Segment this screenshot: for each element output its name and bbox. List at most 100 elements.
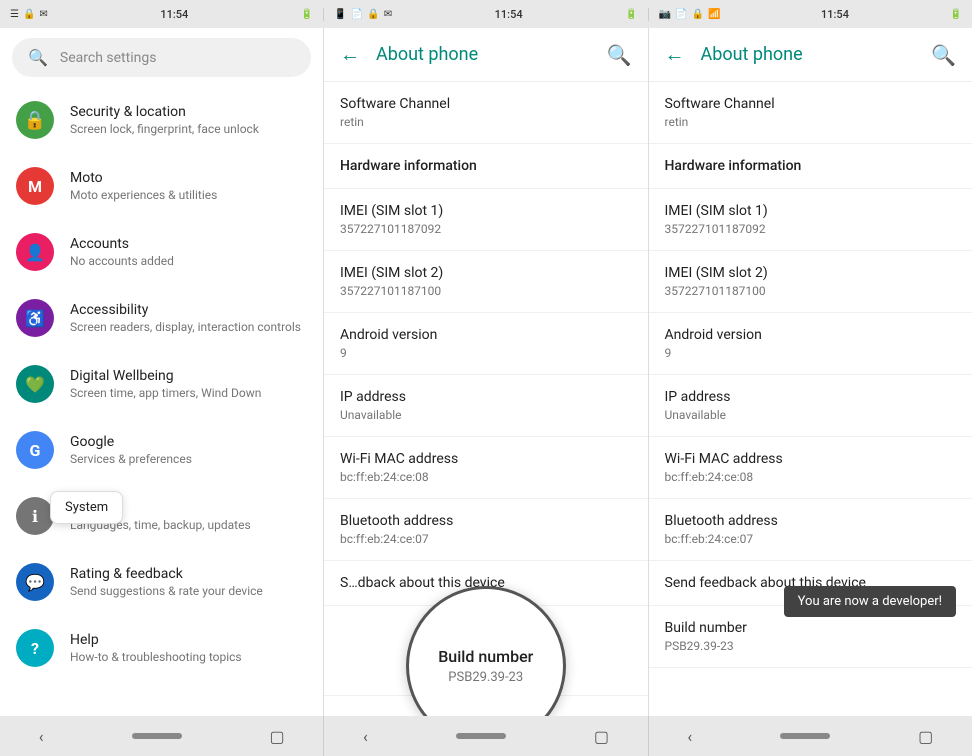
main-content: 🔍 Search settings 🔒 Security & location … [0, 28, 972, 716]
bluetooth-value-m: bc:ff:eb:24:ce:07 [340, 532, 632, 546]
accessibility-text: Accessibility Screen readers, display, i… [70, 302, 307, 334]
shield-icon: 🔒 [23, 9, 35, 20]
system-icon: ℹ [16, 497, 54, 535]
message-icon-m: ✉ [384, 9, 392, 20]
doc-icon: 📄 [351, 9, 363, 20]
digital-wellbeing-text: Digital Wellbeing Screen time, app timer… [70, 368, 307, 400]
wifi-mac-value-r: bc:ff:eb:24:ce:08 [665, 470, 957, 484]
sidebar-item-system[interactable]: ℹ System Languages, time, backup, update… [0, 483, 323, 549]
camera-icon: 📷 [659, 9, 671, 20]
accessibility-title: Accessibility [70, 302, 307, 318]
sidebar-item-digital-wellbeing[interactable]: 💚 Digital Wellbeing Screen time, app tim… [0, 351, 323, 417]
status-icons-left: ☰ 🔒 ✉ [10, 9, 48, 20]
back-button-right[interactable]: ← [665, 42, 685, 67]
bottom-nav-left: ‹ ▢ [0, 716, 324, 756]
battery-icon-right: 🔋 [950, 9, 962, 20]
software-channel-title-r: Software Channel [665, 96, 957, 112]
help-text: Help How-to & troubleshooting topics [70, 632, 307, 664]
build-number-circle-title: Build number [438, 647, 533, 666]
sidebar-item-moto[interactable]: M Moto Moto experiences & utilities [0, 153, 323, 219]
wifi-mac-title-m: Wi-Fi MAC address [340, 451, 632, 467]
android-version-value-r: 9 [665, 346, 957, 360]
android-version-middle[interactable]: Android version 9 [324, 313, 648, 375]
hardware-info-section-right: Hardware information [649, 144, 972, 189]
battery-icon-middle: 🔋 [625, 9, 637, 20]
shield-icon-r: 🔒 [692, 9, 704, 20]
about-title-right: About phone [701, 44, 916, 65]
home-nav-middle[interactable] [456, 733, 506, 739]
imei1-title-r: IMEI (SIM slot 1) [665, 203, 957, 219]
ip-address-middle[interactable]: IP address Unavailable [324, 375, 648, 437]
imei2-value-m: 357227101187100 [340, 284, 632, 298]
sidebar-item-google[interactable]: G Google Services & preferences [0, 417, 323, 483]
sidebar-item-accounts[interactable]: 👤 Accounts No accounts added [0, 219, 323, 285]
back-nav-middle[interactable]: ‹ [355, 723, 376, 750]
imei1-value-r: 357227101187092 [665, 222, 957, 236]
back-button-middle[interactable]: ← [340, 42, 360, 67]
ip-title-r: IP address [665, 389, 957, 405]
bluetooth-middle[interactable]: Bluetooth address bc:ff:eb:24:ce:07 [324, 499, 648, 561]
status-bar: ☰ 🔒 ✉ 11:54 🔋 📱 📄 🔒 ✉ 11:54 🔋 📷 📄 🔒 📶 11… [0, 0, 972, 28]
build-number-circle: Build number PSB29.39-23 [406, 586, 566, 716]
build-number-middle[interactable]: Build number PSB29.39-23 [324, 606, 648, 696]
help-title: Help [70, 632, 307, 648]
ip-title-m: IP address [340, 389, 632, 405]
software-channel-value-m: retin [340, 115, 632, 129]
ip-address-right[interactable]: IP address Unavailable [649, 375, 972, 437]
status-icons-middle: 📱 📄 🔒 ✉ [334, 9, 392, 20]
about-title-middle: About phone [376, 44, 591, 65]
bluetooth-right[interactable]: Bluetooth address bc:ff:eb:24:ce:07 [649, 499, 972, 561]
software-channel-right[interactable]: Software Channel retin [649, 82, 972, 144]
software-channel-value-r: retin [665, 115, 957, 129]
google-icon: G [16, 431, 54, 469]
search-button-right[interactable]: 🔍 [931, 43, 956, 67]
imei2-title-m: IMEI (SIM slot 2) [340, 265, 632, 281]
rating-text: Rating & feedback Send suggestions & rat… [70, 566, 307, 598]
recent-nav-right[interactable]: ▢ [910, 723, 941, 750]
about-list-right: Software Channel retin Hardware informat… [649, 82, 972, 716]
rating-title: Rating & feedback [70, 566, 307, 582]
sidebar-item-help[interactable]: ? Help How-to & troubleshooting topics [0, 615, 323, 681]
imei1-right[interactable]: IMEI (SIM slot 1) 357227101187092 [649, 189, 972, 251]
back-nav-right[interactable]: ‹ [679, 723, 700, 750]
build-number-right[interactable]: Build number PSB29.39-23 You are now a d… [649, 606, 972, 668]
sidebar-item-accessibility[interactable]: ♿ Accessibility Screen readers, display,… [0, 285, 323, 351]
imei2-middle[interactable]: IMEI (SIM slot 2) 357227101187100 [324, 251, 648, 313]
status-time-left: 11:54 [160, 8, 188, 21]
sidebar-item-security[interactable]: 🔒 Security & location Screen lock, finge… [0, 87, 323, 153]
bottom-nav-middle: ‹ ▢ [324, 716, 648, 756]
settings-panel: 🔍 Search settings 🔒 Security & location … [0, 28, 324, 716]
message-icon: ✉ [39, 9, 47, 20]
imei2-right[interactable]: IMEI (SIM slot 2) 357227101187100 [649, 251, 972, 313]
recent-nav-middle[interactable]: ▢ [586, 723, 617, 750]
wifi-mac-right[interactable]: Wi-Fi MAC address bc:ff:eb:24:ce:08 [649, 437, 972, 499]
wifi-mac-middle[interactable]: Wi-Fi MAC address bc:ff:eb:24:ce:08 [324, 437, 648, 499]
imei1-value-m: 357227101187092 [340, 222, 632, 236]
imei1-middle[interactable]: IMEI (SIM slot 1) 357227101187092 [324, 189, 648, 251]
about-panel-middle: ← About phone 🔍 Software Channel retin H… [324, 28, 649, 716]
back-nav-left[interactable]: ‹ [31, 723, 52, 750]
sidebar-item-rating[interactable]: 💬 Rating & feedback Send suggestions & r… [0, 549, 323, 615]
android-version-right[interactable]: Android version 9 [649, 313, 972, 375]
ip-value-m: Unavailable [340, 408, 632, 422]
search-input[interactable]: Search settings [60, 50, 157, 66]
android-version-title-r: Android version [665, 327, 957, 343]
software-channel-middle[interactable]: Software Channel retin [324, 82, 648, 144]
help-subtitle: How-to & troubleshooting topics [70, 650, 307, 664]
security-title: Security & location [70, 104, 307, 120]
status-battery-left: 🔋 [301, 9, 313, 20]
search-button-middle[interactable]: 🔍 [607, 43, 632, 67]
search-bar[interactable]: 🔍 Search settings [12, 38, 311, 77]
recent-nav-left[interactable]: ▢ [262, 723, 293, 750]
accounts-subtitle: No accounts added [70, 254, 307, 268]
developer-toast: You are now a developer! [784, 586, 956, 617]
status-time-middle: 11:54 [495, 8, 523, 21]
home-nav-right[interactable] [780, 733, 830, 739]
moto-icon: M [16, 167, 54, 205]
security-subtitle: Screen lock, fingerprint, face unlock [70, 122, 307, 136]
battery-icon-left: 🔋 [301, 9, 313, 20]
bluetooth-value-r: bc:ff:eb:24:ce:07 [665, 532, 957, 546]
home-nav-left[interactable] [132, 733, 182, 739]
hardware-info-title-r: Hardware information [665, 158, 957, 174]
ip-value-r: Unavailable [665, 408, 957, 422]
